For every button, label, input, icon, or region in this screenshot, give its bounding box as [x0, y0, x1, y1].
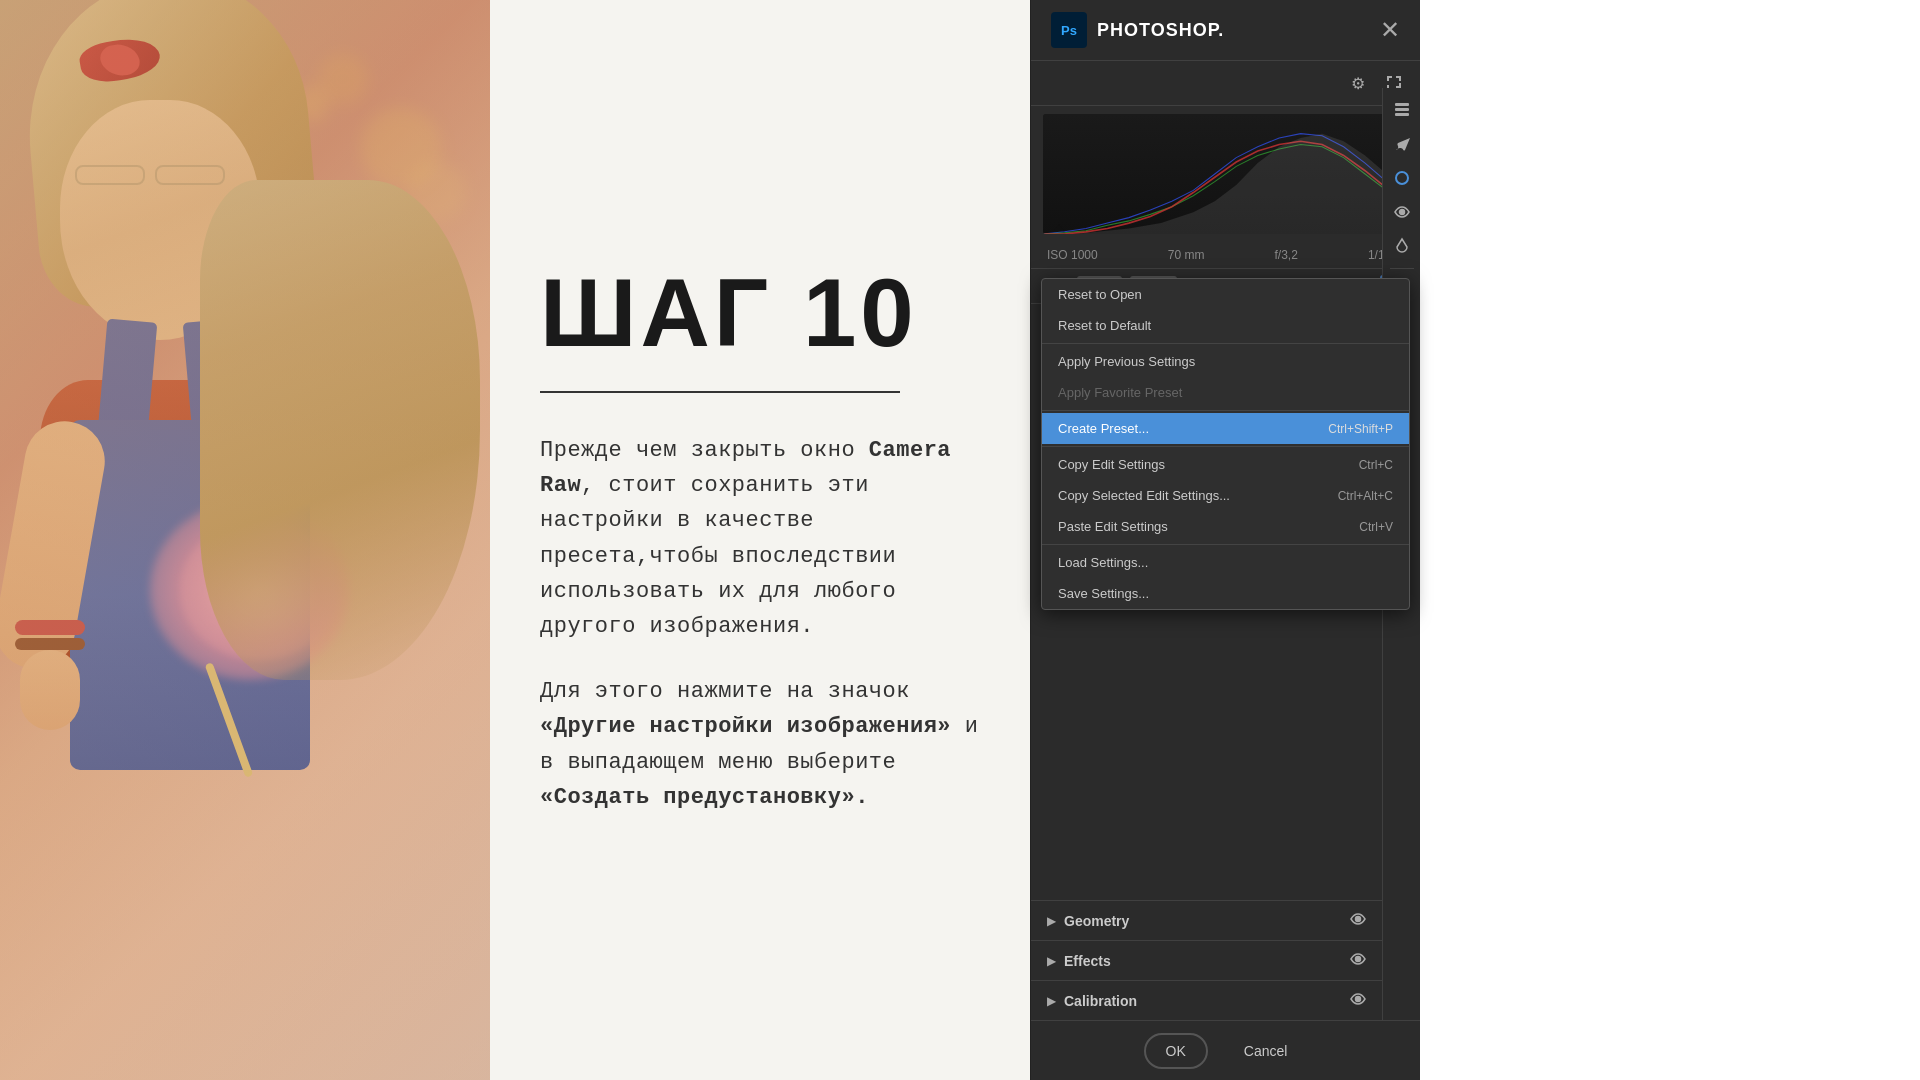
eye-tool-icon[interactable]: [1388, 198, 1416, 226]
geometry-eye-icon[interactable]: [1350, 911, 1366, 930]
panel-sections: ▶ Geometry ▶ Effects ▶ Calibration: [1031, 900, 1382, 1020]
svg-point-13: [1356, 997, 1361, 1002]
para2-end: «Создать предустановку».: [540, 785, 869, 810]
svg-point-11: [1356, 917, 1361, 922]
menu-divider-2: [1042, 410, 1409, 411]
photo-overlay: [0, 0, 490, 1080]
menu-divider-3: [1042, 446, 1409, 447]
para1-part1: Прежде чем закрыть окно: [540, 438, 869, 463]
ps-meta: ISO 1000 70 mm f/3,2 1/160s: [1031, 242, 1420, 269]
paragraph-2: Для этого нажмите на значок «Другие наст…: [540, 674, 980, 815]
svg-rect-1: [1395, 108, 1409, 111]
geometry-arrow: ▶: [1047, 914, 1056, 928]
menu-label-apply-favorite: Apply Favorite Preset: [1058, 385, 1182, 400]
ps-panel: Ps PHOTOSHOP. ✕ ⚙ IS: [1030, 0, 1420, 1080]
meta-mm: 70 mm: [1168, 248, 1205, 262]
ps-header: Ps PHOTOSHOP. ✕: [1031, 0, 1420, 61]
menu-item-apply-favorite: Apply Favorite Preset: [1042, 377, 1409, 408]
calibration-section[interactable]: ▶ Calibration: [1031, 980, 1382, 1020]
drop-icon[interactable]: [1388, 232, 1416, 260]
meta-iso: ISO 1000: [1047, 248, 1098, 262]
menu-divider-1: [1042, 343, 1409, 344]
menu-label-save-settings: Save Settings...: [1058, 586, 1149, 601]
effects-eye-icon[interactable]: [1350, 951, 1366, 970]
para1-part2: , стоит сохранить эти настройки в качест…: [540, 473, 896, 639]
menu-item-apply-previous[interactable]: Apply Previous Settings: [1042, 346, 1409, 377]
menu-item-save-settings[interactable]: Save Settings...: [1042, 578, 1409, 609]
ps-title-text: PHOTOSHOP.: [1097, 20, 1380, 41]
menu-label-reset-default: Reset to Default: [1058, 318, 1151, 333]
menu-label-apply-previous: Apply Previous Settings: [1058, 354, 1195, 369]
menu-label-copy-selected: Copy Selected Edit Settings...: [1058, 488, 1230, 503]
menu-item-create-preset[interactable]: Create Preset... Ctrl+Shift+P: [1042, 413, 1409, 444]
effects-label: Effects: [1064, 953, 1350, 969]
menu-shortcut-copy-edit: Ctrl+C: [1359, 458, 1393, 472]
effects-arrow: ▶: [1047, 954, 1056, 968]
svg-point-3: [1396, 172, 1408, 184]
ps-bottom-bar: OK Cancel: [1031, 1020, 1420, 1080]
title-divider: [540, 391, 900, 393]
svg-rect-2: [1395, 113, 1409, 116]
step-title: ШАГ 10: [540, 265, 980, 361]
ps-logo: Ps: [1051, 12, 1087, 48]
svg-rect-0: [1395, 103, 1409, 106]
menu-label-create-preset: Create Preset...: [1058, 421, 1149, 436]
content-area: ШАГ 10 Прежде чем закрыть окно Camera Ra…: [490, 0, 1030, 1080]
menu-item-load-settings[interactable]: Load Settings...: [1042, 547, 1409, 578]
para2-part1: Для этого нажмите на значок: [540, 679, 910, 704]
gear-icon[interactable]: ⚙: [1344, 69, 1372, 97]
svg-point-12: [1356, 957, 1361, 962]
menu-label-load-settings: Load Settings...: [1058, 555, 1148, 570]
menu-shortcut-paste-edit: Ctrl+V: [1359, 520, 1393, 534]
circle-tool-icon[interactable]: [1388, 164, 1416, 192]
para2-bold: «Другие настройки изображения»: [540, 714, 951, 739]
menu-item-reset-open[interactable]: Reset to Open: [1042, 279, 1409, 310]
menu-label-copy-edit: Copy Edit Settings: [1058, 457, 1165, 472]
close-icon[interactable]: ✕: [1380, 18, 1400, 42]
effects-section[interactable]: ▶ Effects: [1031, 940, 1382, 980]
ps-toolbar-top: ⚙: [1031, 61, 1420, 106]
menu-shortcut-create-preset: Ctrl+Shift+P: [1328, 422, 1393, 436]
menu-label-reset-open: Reset to Open: [1058, 287, 1142, 302]
menu-label-paste-edit: Paste Edit Settings: [1058, 519, 1168, 534]
photo-area: [0, 0, 490, 1080]
calibration-eye-icon[interactable]: [1350, 991, 1366, 1010]
geometry-section[interactable]: ▶ Geometry: [1031, 900, 1382, 940]
geometry-label: Geometry: [1064, 913, 1350, 929]
menu-item-reset-default[interactable]: Reset to Default: [1042, 310, 1409, 341]
paragraph-1: Прежде чем закрыть окно Camera Raw, стои…: [540, 433, 980, 644]
menu-shortcut-copy-selected: Ctrl+Alt+C: [1338, 489, 1393, 503]
svg-point-4: [1399, 210, 1404, 215]
ok-button[interactable]: OK: [1144, 1033, 1208, 1069]
cancel-button[interactable]: Cancel: [1224, 1035, 1308, 1067]
menu-item-copy-edit[interactable]: Copy Edit Settings Ctrl+C: [1042, 449, 1409, 480]
calibration-label: Calibration: [1064, 993, 1350, 1009]
context-menu: Reset to Open Reset to Default Apply Pre…: [1041, 278, 1410, 610]
menu-item-copy-selected[interactable]: Copy Selected Edit Settings... Ctrl+Alt+…: [1042, 480, 1409, 511]
layers-icon[interactable]: [1388, 96, 1416, 124]
ps-logo-text: Ps: [1061, 23, 1077, 38]
toolbar-divider: [1390, 268, 1414, 269]
histogram-svg: [1043, 114, 1408, 234]
brush-icon[interactable]: [1388, 130, 1416, 158]
histogram-area: [1043, 114, 1408, 234]
calibration-arrow: ▶: [1047, 994, 1056, 1008]
menu-divider-4: [1042, 544, 1409, 545]
menu-item-paste-edit[interactable]: Paste Edit Settings Ctrl+V: [1042, 511, 1409, 542]
meta-aperture: f/3,2: [1275, 248, 1298, 262]
